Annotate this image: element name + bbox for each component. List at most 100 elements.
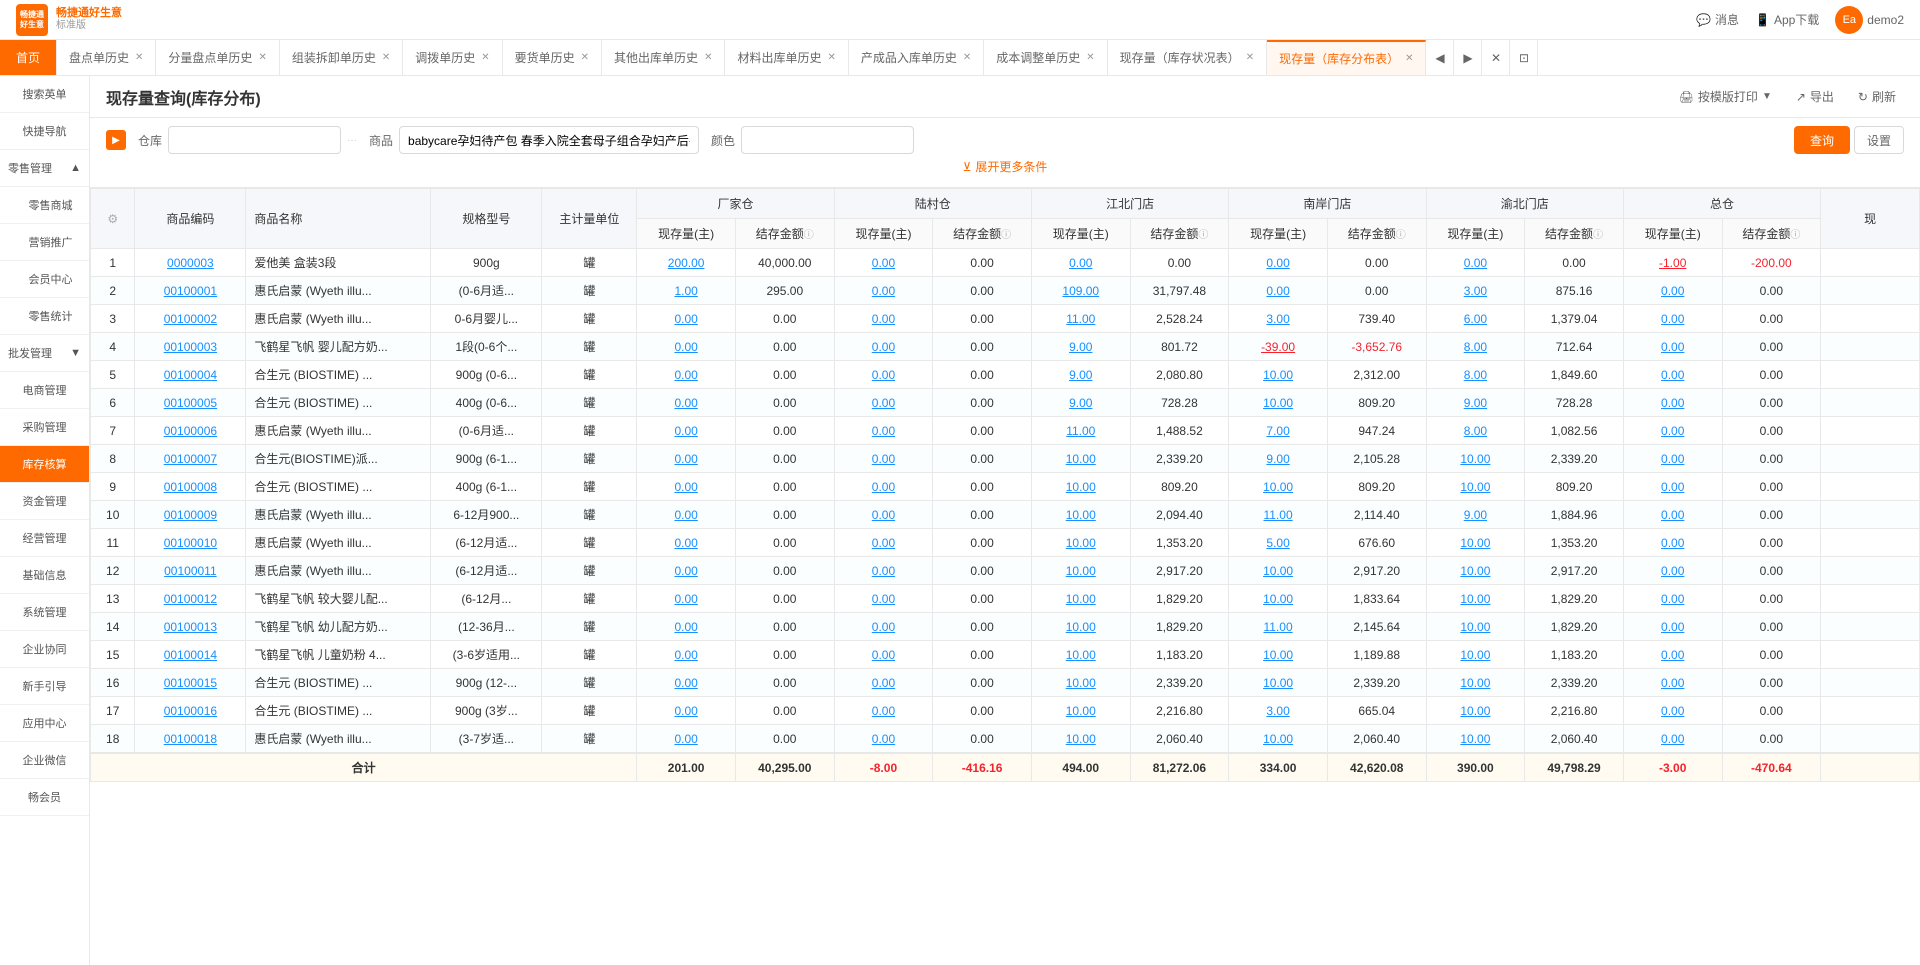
table-cell[interactable]: 0.00	[1426, 249, 1525, 277]
table-cell[interactable]: 10.00	[1229, 725, 1328, 754]
table-cell[interactable]: 0.00	[834, 557, 933, 585]
table-cell[interactable]: 0.00	[637, 557, 736, 585]
tab-kucun-status[interactable]: 现存量（库存状况表）✕	[1108, 40, 1267, 76]
table-cell[interactable]: 10.00	[1031, 557, 1130, 585]
table-cell[interactable]: 0.00	[1623, 669, 1722, 697]
table-cell[interactable]: 0.00	[834, 445, 933, 473]
table-cell[interactable]: 0.00	[637, 417, 736, 445]
table-cell[interactable]: 10.00	[1031, 473, 1130, 501]
tab-yaohuo[interactable]: 要货单历史 ✕	[503, 40, 602, 76]
settings-gear-icon[interactable]: ⚙	[107, 212, 118, 226]
table-cell[interactable]: 0.00	[1623, 725, 1722, 754]
table-cell[interactable]: 10.00	[1031, 501, 1130, 529]
table-cell[interactable]: 10.00	[1426, 725, 1525, 754]
table-cell[interactable]: 10.00	[1426, 473, 1525, 501]
tab-diaobo[interactable]: 调拨单历史 ✕	[403, 40, 502, 76]
table-cell[interactable]: 0.00	[1623, 277, 1722, 305]
color-input[interactable]	[741, 126, 914, 154]
sidebar-item-system[interactable]: 系统管理	[0, 594, 89, 631]
table-cell[interactable]: 00100002	[135, 305, 246, 333]
table-cell[interactable]: 00100003	[135, 333, 246, 361]
table-cell[interactable]: 9.00	[1031, 361, 1130, 389]
export-btn[interactable]: ↗ 导出	[1788, 84, 1842, 109]
table-cell[interactable]: 0.00	[834, 641, 933, 669]
table-cell[interactable]: 0.00	[1623, 333, 1722, 361]
settings-btn[interactable]: 设置	[1854, 126, 1904, 154]
table-cell[interactable]: 0.00	[834, 585, 933, 613]
print-btn[interactable]: 🖨 按模版打印 ▼	[1671, 84, 1780, 109]
table-cell[interactable]: 0.00	[834, 277, 933, 305]
table-cell[interactable]: 00100018	[135, 725, 246, 754]
tab-fenpandian[interactable]: 分量盘点单历史 ✕	[156, 40, 279, 76]
app-download-btn[interactable]: 📱 App下载	[1755, 11, 1819, 28]
table-cell[interactable]: 10.00	[1229, 669, 1328, 697]
table-cell[interactable]: 9.00	[1426, 389, 1525, 417]
table-cell[interactable]: 0.00	[834, 333, 933, 361]
table-cell[interactable]: 0.00	[637, 501, 736, 529]
tab-kucun-dist[interactable]: 现存量（库存分布表）✕	[1267, 40, 1426, 76]
table-cell[interactable]: 9.00	[1229, 445, 1328, 473]
table-cell[interactable]: 0.00	[1623, 529, 1722, 557]
table-cell[interactable]: 10.00	[1031, 669, 1130, 697]
sidebar-item-retail-stats[interactable]: 零售统计	[0, 298, 89, 335]
info-icon[interactable]: ⓘ	[1198, 230, 1208, 241]
table-cell[interactable]: 10.00	[1229, 389, 1328, 417]
tab-pandian[interactable]: 盘点单历史 ✕	[57, 40, 156, 76]
table-cell[interactable]: 10.00	[1229, 585, 1328, 613]
table-cell[interactable]: 10.00	[1031, 697, 1130, 725]
table-cell[interactable]: 0.00	[834, 361, 933, 389]
search-btn[interactable]: 查询	[1794, 126, 1850, 154]
table-cell[interactable]: 00100014	[135, 641, 246, 669]
table-cell[interactable]: 00100012	[135, 585, 246, 613]
table-cell[interactable]: 9.00	[1426, 501, 1525, 529]
table-cell[interactable]: 5.00	[1229, 529, 1328, 557]
tab-close-icon[interactable]: ✕	[581, 52, 589, 63]
info-icon[interactable]: ⓘ	[1001, 230, 1011, 241]
table-cell[interactable]: 10.00	[1229, 361, 1328, 389]
table-cell[interactable]: 9.00	[1031, 333, 1130, 361]
table-cell[interactable]: 10.00	[1426, 669, 1525, 697]
table-cell[interactable]: 0.00	[1623, 473, 1722, 501]
tab-next-btn[interactable]: ▶	[1454, 40, 1482, 76]
table-cell[interactable]: 00100007	[135, 445, 246, 473]
sidebar-item-wholesale[interactable]: 批发管理 ▼	[0, 335, 89, 372]
table-cell[interactable]: 0.00	[637, 641, 736, 669]
sidebar-item-finance[interactable]: 资金管理	[0, 483, 89, 520]
table-cell[interactable]: 7.00	[1229, 417, 1328, 445]
table-cell[interactable]: 0.00	[1623, 501, 1722, 529]
table-cell[interactable]: 0.00	[1623, 361, 1722, 389]
table-cell[interactable]: 0.00	[637, 445, 736, 473]
table-cell[interactable]: 0.00	[834, 249, 933, 277]
tab-close-icon[interactable]: ✕	[258, 52, 266, 63]
sidebar-item-member[interactable]: 会员中心	[0, 261, 89, 298]
table-cell[interactable]: -39.00	[1229, 333, 1328, 361]
table-cell[interactable]: 11.00	[1229, 501, 1328, 529]
tab-close-all-btn[interactable]: ✕	[1482, 40, 1510, 76]
table-cell[interactable]: 0.00	[834, 529, 933, 557]
sidebar-item-operation[interactable]: 经营管理	[0, 520, 89, 557]
table-cell[interactable]: 00100006	[135, 417, 246, 445]
table-cell[interactable]: 10.00	[1426, 529, 1525, 557]
expand-btn[interactable]: ⊻ 展开更多条件	[963, 158, 1048, 175]
table-cell[interactable]: 00100015	[135, 669, 246, 697]
table-cell[interactable]: 11.00	[1031, 417, 1130, 445]
tab-chengben[interactable]: 成本调整单历史 ✕	[984, 40, 1107, 76]
table-cell[interactable]: 0.00	[1623, 585, 1722, 613]
table-cell[interactable]: 0.00	[1623, 389, 1722, 417]
table-cell[interactable]: 10.00	[1426, 445, 1525, 473]
table-cell[interactable]: 0.00	[834, 669, 933, 697]
sidebar-item-wechat[interactable]: 企业微信	[0, 742, 89, 779]
sidebar-item-purchase[interactable]: 采购管理	[0, 409, 89, 446]
table-cell[interactable]: 0.00	[1229, 277, 1328, 305]
table-cell[interactable]: 0.00	[834, 473, 933, 501]
table-cell[interactable]: 9.00	[1031, 389, 1130, 417]
table-cell[interactable]: 10.00	[1031, 725, 1130, 754]
sidebar-item-member2[interactable]: 畅会员	[0, 779, 89, 816]
table-cell[interactable]: 0.00	[1229, 249, 1328, 277]
sidebar-item-base[interactable]: 基础信息	[0, 557, 89, 594]
table-cell[interactable]: 0000003	[135, 249, 246, 277]
table-cell[interactable]: 10.00	[1031, 613, 1130, 641]
table-cell[interactable]: 00100008	[135, 473, 246, 501]
table-cell[interactable]: -1.00	[1623, 249, 1722, 277]
table-cell[interactable]: 00100005	[135, 389, 246, 417]
